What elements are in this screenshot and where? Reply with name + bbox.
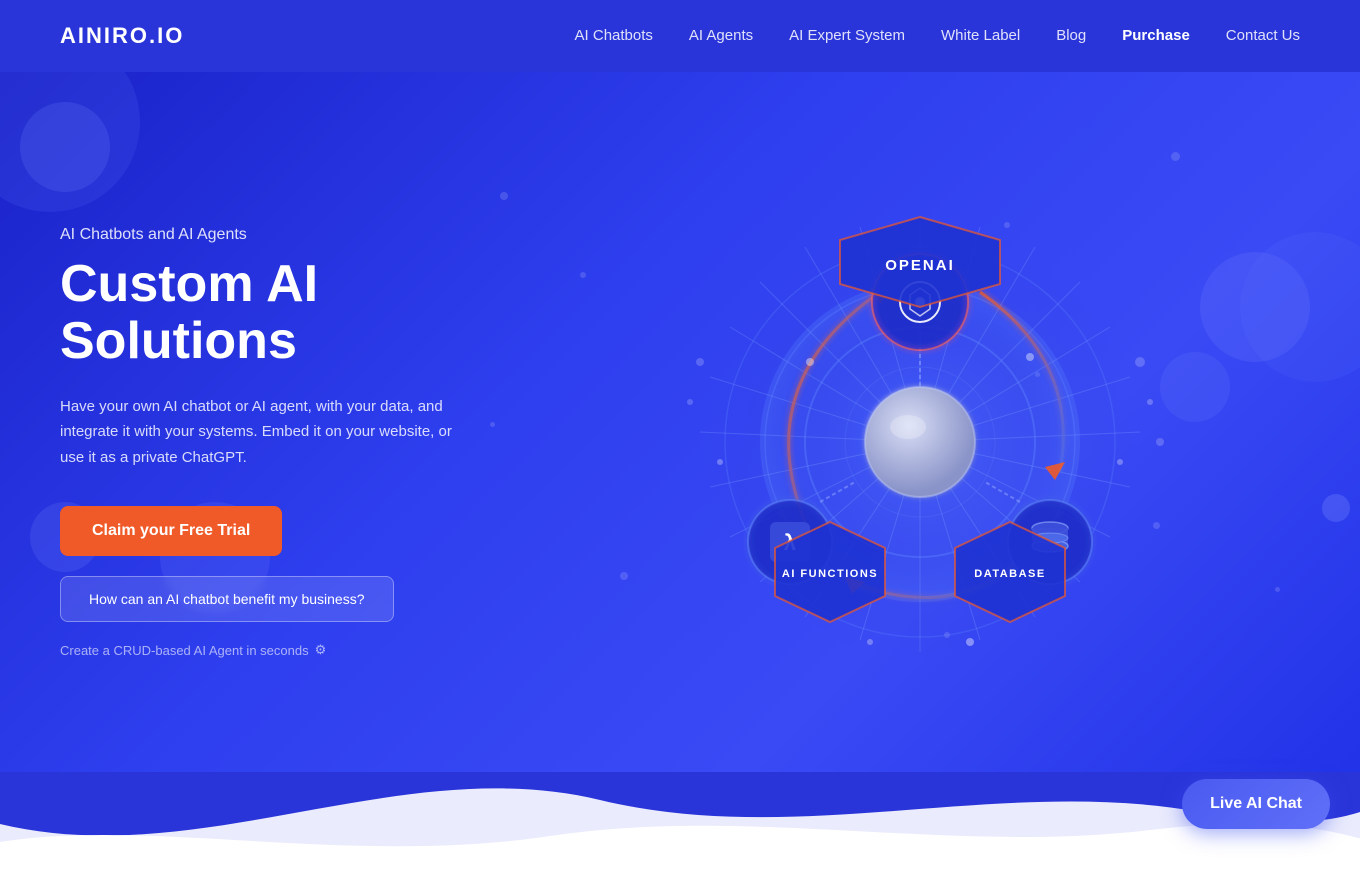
hero-left: AI Chatbots and AI Agents Custom AI Solu…	[60, 226, 540, 659]
cta-primary-button[interactable]: Claim your Free Trial	[60, 506, 282, 556]
hero-link[interactable]: Create a CRUD-based AI Agent in seconds …	[60, 642, 540, 658]
nav-item-contact[interactable]: Contact Us	[1226, 27, 1300, 45]
diagram-container: λ	[630, 162, 1210, 722]
deco-circle-bottom-right	[1322, 494, 1350, 522]
gear-icon: ⚙	[315, 642, 327, 658]
nav-item-expert[interactable]: AI Expert System	[789, 27, 905, 45]
logo[interactable]: AINIRO.IO	[60, 23, 184, 49]
hero-link-text: Create a CRUD-based AI Agent in seconds	[60, 643, 309, 658]
hero-section: AI Chatbots and AI Agents Custom AI Solu…	[0, 72, 1360, 772]
hero-subtitle: AI Chatbots and AI Agents	[60, 226, 540, 244]
wave-svg	[0, 772, 1360, 872]
live-chat-button[interactable]: Live AI Chat	[1182, 779, 1330, 829]
nav-item-blog[interactable]: Blog	[1056, 27, 1086, 45]
wave-section	[0, 772, 1360, 872]
svg-text:OPENAI: OPENAI	[885, 257, 955, 274]
diagram-svg: λ	[630, 162, 1210, 722]
svg-text:AI FUNCTIONS: AI FUNCTIONS	[782, 568, 878, 580]
hero-description: Have your own AI chatbot or AI agent, wi…	[60, 394, 480, 471]
nav-links: AI Chatbots AI Agents AI Expert System W…	[575, 27, 1300, 45]
hero-right: λ	[540, 142, 1300, 742]
hero-title: Custom AI Solutions	[60, 256, 540, 370]
bg-dot	[500, 192, 508, 200]
svg-text:DATABASE: DATABASE	[974, 568, 1045, 580]
nav-item-chatbots[interactable]: AI Chatbots	[575, 27, 653, 45]
nav-item-purchase[interactable]: Purchase	[1122, 27, 1190, 45]
nav-item-agents[interactable]: AI Agents	[689, 27, 753, 45]
deco-circle-1	[20, 102, 110, 192]
nav-item-whitelabel[interactable]: White Label	[941, 27, 1020, 45]
navbar: AINIRO.IO AI Chatbots AI Agents AI Exper…	[0, 0, 1360, 72]
cta-secondary-button[interactable]: How can an AI chatbot benefit my busines…	[60, 576, 394, 622]
